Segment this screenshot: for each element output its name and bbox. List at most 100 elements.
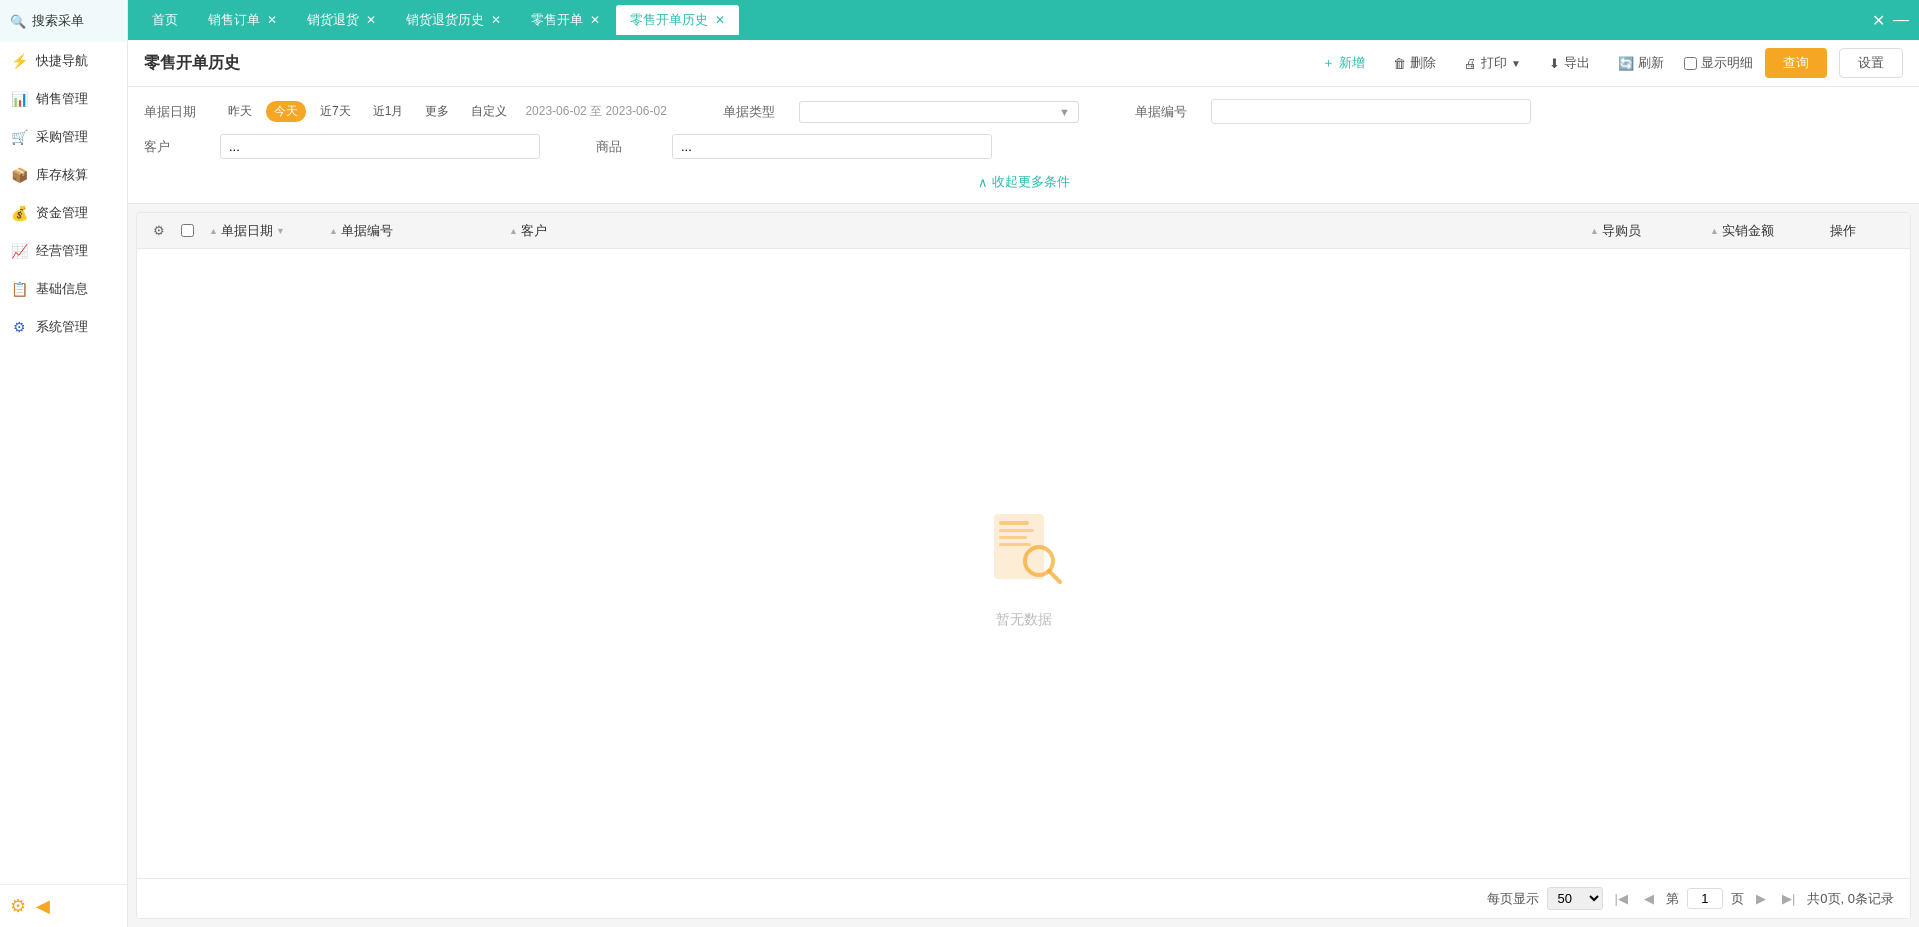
collapse-button[interactable]: ∧ 收起更多条件 <box>144 169 1903 191</box>
sort-up-no-icon: ▲ <box>329 226 338 236</box>
refresh-icon: 🔄 <box>1618 56 1634 71</box>
sort-up-guide-icon: ▲ <box>1590 226 1599 236</box>
col-client-label: 客户 <box>521 222 547 240</box>
new-button[interactable]: ＋ 新增 <box>1314 50 1373 76</box>
tab-retail-open-history-label: 零售开单历史 <box>630 11 708 29</box>
search-icon: 🔍 <box>10 14 26 29</box>
sort-up-amount-icon: ▲ <box>1710 226 1719 236</box>
delete-button[interactable]: 🗑 删除 <box>1385 50 1444 76</box>
minimize-btn[interactable]: — <box>1893 11 1909 29</box>
tab-sales-order-close[interactable]: ✕ <box>267 13 277 27</box>
refresh-label: 刷新 <box>1638 54 1664 72</box>
date-7days-btn[interactable]: 近7天 <box>312 101 359 122</box>
content-area: 零售开单历史 ＋ 新增 🗑 删除 🖨 打印 ▼ ⬇ 导出 <box>128 40 1919 927</box>
tab-sales-return-history[interactable]: 销货退货历史 ✕ <box>392 5 515 35</box>
tab-retail-open-history[interactable]: 零售开单历史 ✕ <box>616 5 739 35</box>
xitong-icon: ⚙ <box>10 318 28 336</box>
sidebar-item-zijin[interactable]: 💰 资金管理 <box>0 194 127 232</box>
first-page-btn[interactable]: |◀ <box>1611 889 1632 908</box>
sidebar-item-jichu[interactable]: 📋 基础信息 <box>0 270 127 308</box>
type-select[interactable]: ▼ <box>799 101 1079 123</box>
svg-rect-2 <box>999 529 1034 532</box>
pagination: 每页显示 50 100 200 |◀ ◀ 第 页 ▶ ▶| 共0页, 0条记录 <box>137 878 1910 918</box>
client-label: 客户 <box>144 138 204 156</box>
col-op-label: 操作 <box>1830 222 1856 240</box>
date-1month-btn[interactable]: 近1月 <box>365 101 412 122</box>
sort-up-client-icon: ▲ <box>509 226 518 236</box>
display-detail-check[interactable] <box>1684 57 1697 70</box>
svg-rect-1 <box>999 521 1029 525</box>
query-button[interactable]: 查询 <box>1765 48 1827 78</box>
tab-retail-open-history-close[interactable]: ✕ <box>715 13 725 27</box>
date-today-btn[interactable]: 今天 <box>266 101 306 122</box>
col-checkbox-all[interactable] <box>173 224 201 237</box>
tab-sales-order-label: 销售订单 <box>208 11 260 29</box>
settings-button[interactable]: 设置 <box>1839 48 1903 78</box>
next-page-btn[interactable]: ▶ <box>1752 889 1770 908</box>
tab-retail-open-close[interactable]: ✕ <box>590 13 600 27</box>
sidebar-item-xitong[interactable]: ⚙ 系统管理 <box>0 308 127 346</box>
page-title: 零售开单历史 <box>144 53 240 74</box>
per-page-select[interactable]: 50 100 200 <box>1547 887 1603 910</box>
col-guide-header[interactable]: ▲ 导购员 <box>1582 222 1702 240</box>
svg-rect-4 <box>999 543 1031 546</box>
col-amount-header[interactable]: ▲ 实销金额 <box>1702 222 1822 240</box>
tabs-bar: 首页 销售订单 ✕ 销货退货 ✕ 销货退货历史 ✕ 零售开单 ✕ 零售开单历史 … <box>128 0 1919 40</box>
filter-row-2: 客户 ... 商品 ... <box>144 134 1903 159</box>
date-yesterday-btn[interactable]: 昨天 <box>220 101 260 122</box>
print-arrow-icon: ▼ <box>1511 58 1521 69</box>
display-detail-checkbox[interactable]: 显示明细 <box>1684 54 1753 72</box>
client-select[interactable]: ... <box>220 134 540 159</box>
sidebar-item-xiaoshou[interactable]: 📊 销售管理 <box>0 80 127 118</box>
sidebar-item-jingying[interactable]: 📈 经营管理 <box>0 232 127 270</box>
sidebar-item-jingying-label: 经营管理 <box>36 242 88 260</box>
caigou-icon: 🛒 <box>10 128 28 146</box>
collapse-label: 收起更多条件 <box>992 173 1070 191</box>
col-guide-label: 导购员 <box>1602 222 1641 240</box>
sidebar-item-zijin-label: 资金管理 <box>36 204 88 222</box>
no-input[interactable] <box>1211 99 1531 124</box>
kucun-icon: 📦 <box>10 166 28 184</box>
col-no-label: 单据编号 <box>341 222 393 240</box>
export-button[interactable]: ⬇ 导出 <box>1541 50 1598 76</box>
date-custom-btn[interactable]: 自定义 <box>463 101 515 122</box>
client-select-value: ... <box>229 139 240 154</box>
print-button[interactable]: 🖨 打印 ▼ <box>1456 50 1529 76</box>
new-icon: ＋ <box>1322 54 1335 72</box>
last-page-btn[interactable]: ▶| <box>1778 889 1799 908</box>
settings-bottom-icon[interactable]: ⚙ <box>10 895 26 917</box>
select-all-checkbox[interactable] <box>181 224 194 237</box>
collapse-sidebar-icon[interactable]: ◀ <box>36 895 50 917</box>
prev-page-btn[interactable]: ◀ <box>1640 889 1658 908</box>
sidebar-item-caigou[interactable]: 🛒 采购管理 <box>0 118 127 156</box>
tab-sales-order[interactable]: 销售订单 ✕ <box>194 5 291 35</box>
goods-label: 商品 <box>596 138 656 156</box>
svg-rect-3 <box>999 536 1027 539</box>
sidebar-item-kucun[interactable]: 📦 库存核算 <box>0 156 127 194</box>
tab-sales-return[interactable]: 销货退货 ✕ <box>293 5 390 35</box>
sidebar-item-kuaijie[interactable]: ⚡ 快捷导航 <box>0 42 127 80</box>
new-label: 新增 <box>1339 54 1365 72</box>
zijin-icon: 💰 <box>10 204 28 222</box>
col-date-header[interactable]: ▲ 单据日期 ▼ <box>201 222 321 240</box>
close-window-btn[interactable]: ✕ <box>1872 11 1885 30</box>
sort-down-icon: ▼ <box>276 226 285 236</box>
page-input[interactable] <box>1687 888 1723 909</box>
collapse-row: ∧ 收起更多条件 <box>144 169 1903 191</box>
col-settings-btn[interactable]: ⚙ <box>145 223 173 238</box>
empty-text: 暂无数据 <box>996 611 1052 629</box>
refresh-button[interactable]: 🔄 刷新 <box>1610 50 1672 76</box>
col-no-header[interactable]: ▲ 单据编号 <box>321 222 501 240</box>
date-more-btn[interactable]: 更多 <box>417 101 457 122</box>
tab-sales-return-history-close[interactable]: ✕ <box>491 13 501 27</box>
sidebar-search-label: 搜索采单 <box>32 12 84 30</box>
tab-sales-return-history-label: 销货退货历史 <box>406 11 484 29</box>
tab-home[interactable]: 首页 <box>138 5 192 35</box>
goods-select[interactable]: ... <box>672 134 992 159</box>
col-client-header[interactable]: ▲ 客户 <box>501 222 1582 240</box>
sidebar-bottom: ⚙ ◀ <box>0 884 127 927</box>
sidebar-search[interactable]: 🔍 搜索采单 <box>0 0 127 42</box>
tab-retail-open[interactable]: 零售开单 ✕ <box>517 5 614 35</box>
tab-sales-return-close[interactable]: ✕ <box>366 13 376 27</box>
tab-retail-open-label: 零售开单 <box>531 11 583 29</box>
